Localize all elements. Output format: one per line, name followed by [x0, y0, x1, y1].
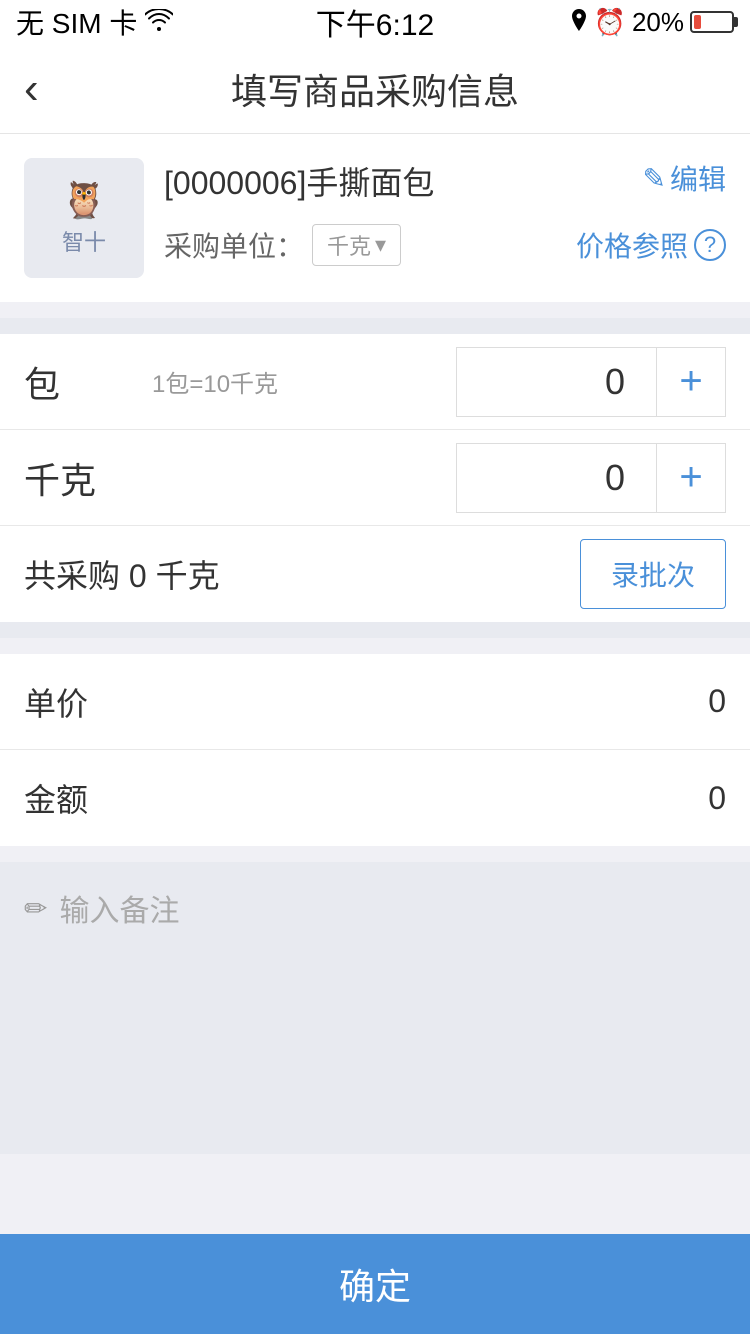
- quantity-section: 包 1包=10千克 + 千克 + 共采购 0 千克 录批次: [0, 334, 750, 622]
- summary-row: 共采购 0 千克 录批次: [0, 526, 750, 622]
- bag-label: 包: [24, 356, 144, 408]
- wifi-icon: [145, 6, 173, 38]
- battery-percent: 20%: [632, 7, 684, 38]
- battery-icon: [690, 11, 734, 33]
- bag-plus-button[interactable]: +: [656, 347, 726, 417]
- record-batch-button[interactable]: 录批次: [580, 539, 726, 609]
- page-title: 填写商品采购信息: [231, 63, 519, 115]
- product-info: [0000006]手撕面包 ✎ 编辑 采购单位： 千克 ▾ 价格参照 ?: [164, 158, 726, 266]
- status-left: 无 SIM 卡: [16, 2, 173, 42]
- amount-value: 0: [708, 780, 726, 817]
- product-unit-row: 采购单位： 千克 ▾ 价格参照 ?: [164, 224, 726, 266]
- nav-bar: ‹ 填写商品采购信息: [0, 44, 750, 134]
- price-reference-button[interactable]: 价格参照 ?: [576, 225, 726, 265]
- remark-placeholder: 输入备注: [59, 886, 179, 930]
- confirm-button[interactable]: 确定: [0, 1234, 750, 1334]
- unit-dropdown[interactable]: 千克 ▾: [312, 224, 401, 266]
- amount-row: 金额 0: [0, 750, 750, 846]
- kg-quantity-input[interactable]: [456, 443, 656, 513]
- section-divider-1: [0, 318, 750, 334]
- pencil-icon: ✏: [24, 892, 47, 925]
- bottom-space: [0, 954, 750, 1154]
- kg-label: 千克: [24, 452, 144, 504]
- kg-input-group: +: [456, 443, 726, 513]
- bag-quantity-input[interactable]: [456, 347, 656, 417]
- unit-value: 千克: [327, 229, 371, 261]
- bag-quantity-row: 包 1包=10千克 +: [0, 334, 750, 430]
- price-section: 单价 0 金额 0: [0, 654, 750, 846]
- back-button[interactable]: ‹: [24, 67, 39, 111]
- kg-quantity-row: 千克 +: [0, 430, 750, 526]
- product-header: [0000006]手撕面包 ✎ 编辑: [164, 158, 726, 204]
- product-name: [0000006]手撕面包: [164, 158, 434, 204]
- edit-label: 编辑: [670, 158, 726, 198]
- product-image: 🦉 智十: [24, 158, 144, 278]
- section-divider-2: [0, 622, 750, 638]
- edit-icon: ✎: [643, 162, 666, 195]
- unit-price-value: 0: [708, 683, 726, 720]
- alarm-icon: ⏰: [594, 7, 626, 38]
- product-card: 🦉 智十 [0000006]手撕面包 ✎ 编辑 采购单位： 千克 ▾ 价格参照: [0, 134, 750, 302]
- bag-input-group: +: [456, 347, 726, 417]
- price-ref-label: 价格参照: [576, 225, 688, 265]
- unit-prefix-label: 采购单位：: [164, 225, 304, 265]
- carrier-text: 无 SIM 卡: [16, 2, 137, 42]
- kg-plus-button[interactable]: +: [656, 443, 726, 513]
- remark-section[interactable]: ✏ 输入备注: [0, 862, 750, 954]
- product-owl-icon: 🦉: [62, 179, 107, 221]
- unit-price-label: 单价: [24, 679, 88, 725]
- location-icon: [570, 7, 588, 38]
- status-time: 下午6:12: [316, 0, 434, 44]
- product-brand-label: 智十: [62, 230, 106, 255]
- status-bar: 无 SIM 卡 下午6:12 ⏰ 20%: [0, 0, 750, 44]
- status-right: ⏰ 20%: [570, 7, 734, 38]
- edit-button[interactable]: ✎ 编辑: [643, 158, 726, 198]
- bag-sub-label: 1包=10千克: [152, 364, 278, 399]
- dropdown-arrow: ▾: [375, 232, 386, 258]
- help-icon: ?: [694, 229, 726, 261]
- unit-price-row: 单价 0: [0, 654, 750, 750]
- amount-label: 金额: [24, 775, 88, 821]
- unit-left: 采购单位： 千克 ▾: [164, 224, 401, 266]
- summary-text: 共采购 0 千克: [24, 551, 220, 597]
